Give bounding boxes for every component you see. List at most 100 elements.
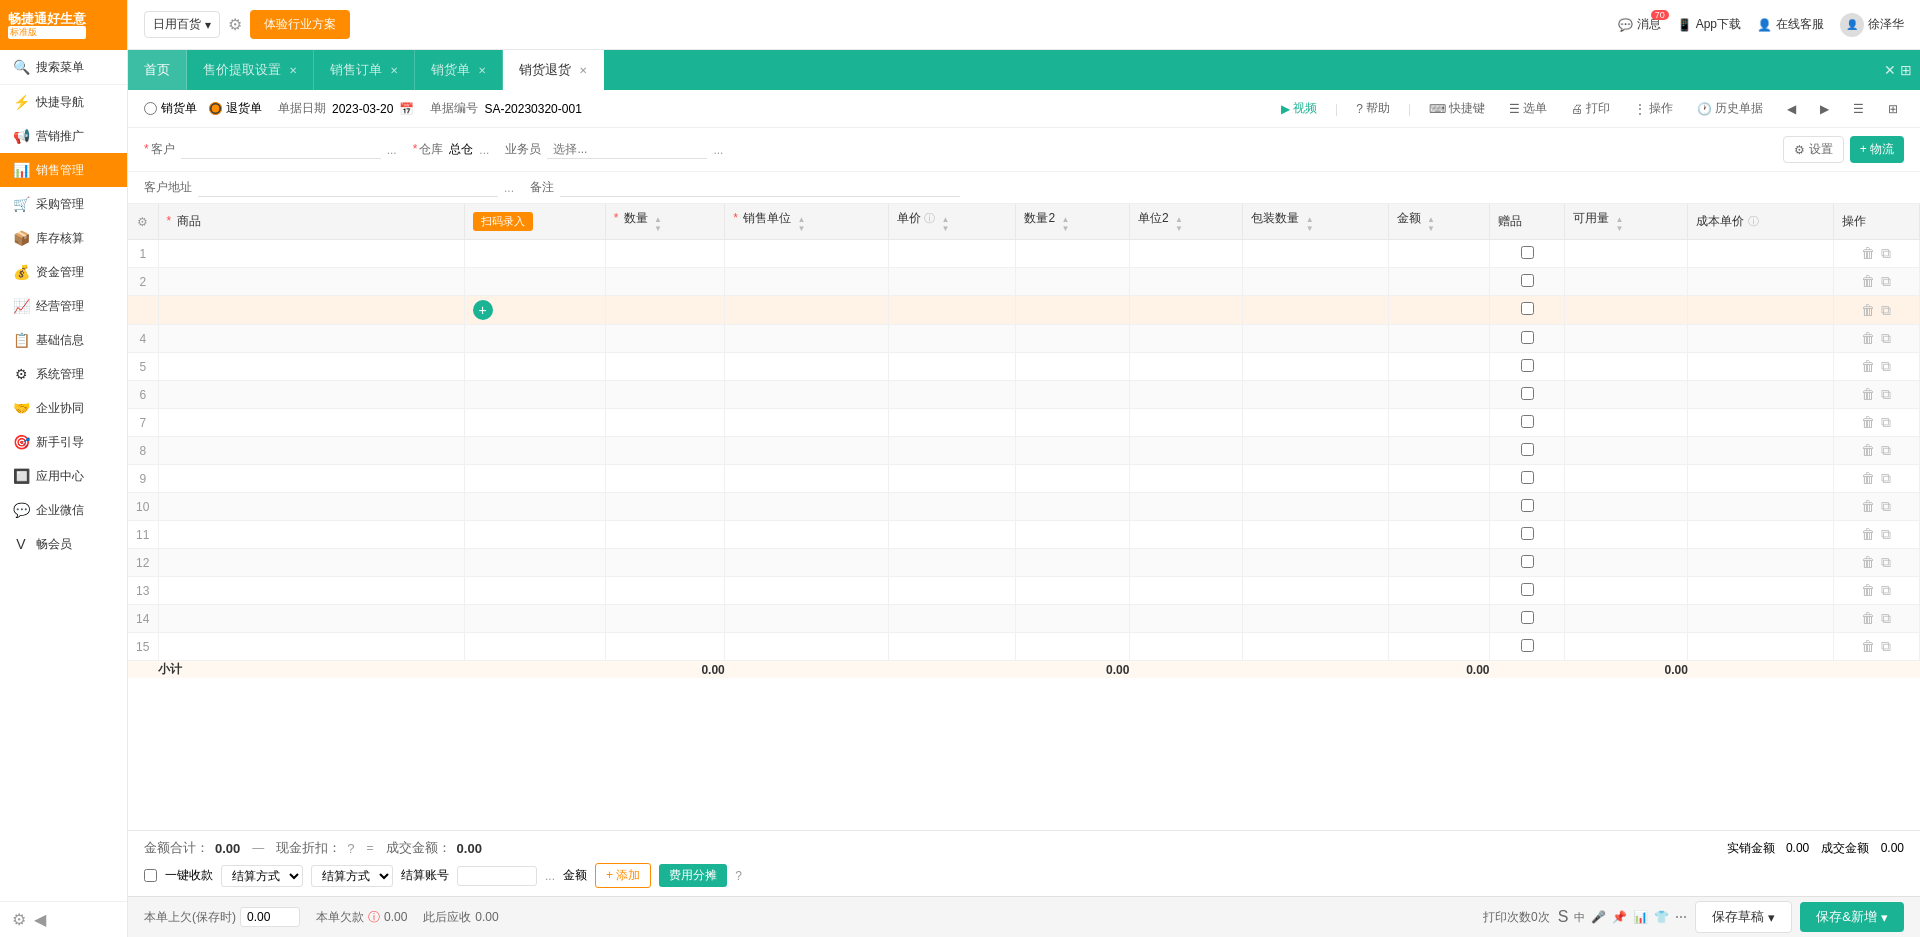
cost-unit-cell-15[interactable] — [1688, 633, 1833, 661]
cost-unit-cell-11[interactable] — [1688, 521, 1833, 549]
sidebar-item-inventory[interactable]: 📦 库存核算 — [0, 221, 127, 255]
cost-unit-cell-5[interactable] — [1688, 353, 1833, 381]
unit-price-sort[interactable]: ▲▼ — [942, 216, 950, 233]
toolbar-grid-view[interactable]: ⊞ — [1882, 100, 1904, 118]
radio-sales[interactable]: 销货单 — [144, 100, 197, 117]
sidebar-item-finance[interactable]: 💰 资金管理 — [0, 255, 127, 289]
amount-cell-11[interactable] — [1388, 521, 1489, 549]
sidebar-item-system[interactable]: ⚙ 系统管理 — [0, 357, 127, 391]
product-input[interactable] — [167, 303, 456, 317]
product-cell-14[interactable] — [158, 605, 464, 633]
amount-cell-6[interactable] — [1388, 381, 1489, 409]
sales-unit-cell-3[interactable] — [725, 296, 889, 325]
delete-icon-13[interactable]: 🗑 — [1861, 582, 1875, 599]
cost-unit-cell-7[interactable] — [1688, 409, 1833, 437]
online-service-btn[interactable]: 👤 在线客服 — [1757, 16, 1824, 33]
available-cell-11[interactable] — [1565, 521, 1688, 549]
pkg-qty-cell-6[interactable] — [1243, 381, 1388, 409]
unit-price-cell-15[interactable] — [888, 633, 1016, 661]
available-cell-10[interactable] — [1565, 493, 1688, 521]
cost-unit-cell-9[interactable] — [1688, 465, 1833, 493]
qty-cell-14[interactable] — [605, 605, 725, 633]
qty-cell-5[interactable] — [605, 353, 725, 381]
sidebar-item-wechat[interactable]: 💬 企业微信 — [0, 493, 127, 527]
product-cell-9[interactable] — [158, 465, 464, 493]
category-select[interactable]: 日用百货 ▾ — [144, 11, 220, 38]
onetime-pay-checkbox[interactable] — [144, 869, 157, 882]
calc-method-select[interactable]: 结算方式 — [221, 865, 303, 887]
unit2-sort[interactable]: ▲▼ — [1175, 216, 1183, 233]
toolbar-history[interactable]: 🕐 历史单据 — [1691, 98, 1769, 119]
address-input[interactable] — [198, 178, 498, 197]
unit2-cell-1[interactable] — [1129, 240, 1243, 268]
save-draft-btn[interactable]: 保存草稿 ▾ — [1695, 901, 1792, 933]
available-cell-3[interactable] — [1565, 296, 1688, 325]
qty2-cell-4[interactable] — [1016, 325, 1130, 353]
amount-cell-13[interactable] — [1388, 577, 1489, 605]
cost-unit-cell-1[interactable] — [1688, 240, 1833, 268]
amount-cell-2[interactable] — [1388, 268, 1489, 296]
sidebar-item-purchase[interactable]: 🛒 采购管理 — [0, 187, 127, 221]
tab-home[interactable]: 首页 — [128, 50, 187, 90]
qty-cell-7[interactable] — [605, 409, 725, 437]
sales-unit-cell-13[interactable] — [725, 577, 889, 605]
customer-dotted[interactable]: ... — [387, 143, 397, 157]
unit2-cell-9[interactable] — [1129, 465, 1243, 493]
delete-icon-6[interactable]: 🗑 — [1861, 386, 1875, 403]
available-cell-5[interactable] — [1565, 353, 1688, 381]
sales-unit-cell-7[interactable] — [725, 409, 889, 437]
user-profile[interactable]: 👤 徐泽华 — [1840, 13, 1904, 37]
experience-btn[interactable]: 体验行业方案 — [250, 10, 350, 39]
sales-unit-cell-5[interactable] — [725, 353, 889, 381]
unit2-cell-10[interactable] — [1129, 493, 1243, 521]
available-cell-1[interactable] — [1565, 240, 1688, 268]
unit-price-cell-13[interactable] — [888, 577, 1016, 605]
copy-icon-15[interactable]: ⧉ — [1881, 638, 1891, 655]
sales-unit-cell-10[interactable] — [725, 493, 889, 521]
delete-icon-9[interactable]: 🗑 — [1861, 470, 1875, 487]
unit2-cell-13[interactable] — [1129, 577, 1243, 605]
radio-return-input[interactable] — [209, 102, 222, 115]
toolbar-list-view[interactable]: ☰ — [1847, 100, 1870, 118]
sales-unit-cell-15[interactable] — [725, 633, 889, 661]
sidebar-item-member[interactable]: V 畅会员 — [0, 527, 127, 561]
unit2-cell-11[interactable] — [1129, 521, 1243, 549]
gift-checkbox-1[interactable] — [1521, 246, 1534, 259]
qty2-sort[interactable]: ▲▼ — [1061, 216, 1069, 233]
pkg-qty-cell-5[interactable] — [1243, 353, 1388, 381]
qty2-cell-3[interactable] — [1016, 296, 1130, 325]
tab-sales-order[interactable]: 销售订单 ✕ — [314, 50, 415, 90]
calendar-icon[interactable]: 📅 — [399, 102, 414, 116]
amount-cell-5[interactable] — [1388, 353, 1489, 381]
gift-checkbox-12[interactable] — [1521, 555, 1534, 568]
amount-cell-7[interactable] — [1388, 409, 1489, 437]
unit2-cell-12[interactable] — [1129, 549, 1243, 577]
unit2-cell-6[interactable] — [1129, 381, 1243, 409]
app-download-btn[interactable]: 📱 App下载 — [1677, 16, 1741, 33]
qty2-cell-6[interactable] — [1016, 381, 1130, 409]
unit2-cell-4[interactable] — [1129, 325, 1243, 353]
qty-cell-9[interactable] — [605, 465, 725, 493]
scan-btn[interactable]: 扫码录入 — [473, 212, 533, 231]
qty2-cell-8[interactable] — [1016, 437, 1130, 465]
gift-checkbox-2[interactable] — [1521, 274, 1534, 287]
copy-icon-5[interactable]: ⧉ — [1881, 358, 1891, 375]
sales-unit-cell-2[interactable] — [725, 268, 889, 296]
sales-unit-cell-9[interactable] — [725, 465, 889, 493]
add-logistics-btn[interactable]: + 物流 — [1850, 136, 1904, 163]
unit-price-cell-6[interactable] — [888, 381, 1016, 409]
cost-unit-cell-12[interactable] — [1688, 549, 1833, 577]
gift-checkbox-4[interactable] — [1521, 331, 1534, 344]
radio-sales-input[interactable] — [144, 102, 157, 115]
copy-icon-7[interactable]: ⧉ — [1881, 414, 1891, 431]
gift-checkbox-9[interactable] — [1521, 471, 1534, 484]
copy-icon-9[interactable]: ⧉ — [1881, 470, 1891, 487]
copy-icon-2[interactable]: ⧉ — [1881, 273, 1891, 290]
copy-icon-3[interactable]: ⧉ — [1881, 302, 1891, 319]
fee-help-icon[interactable]: ? — [735, 869, 742, 883]
qty-cell-6[interactable] — [605, 381, 725, 409]
amount-cell-9[interactable] — [1388, 465, 1489, 493]
discount-help-icon[interactable]: ? — [347, 841, 354, 856]
sidebar-item-operation[interactable]: 📈 经营管理 — [0, 289, 127, 323]
product-cell-8[interactable] — [158, 437, 464, 465]
